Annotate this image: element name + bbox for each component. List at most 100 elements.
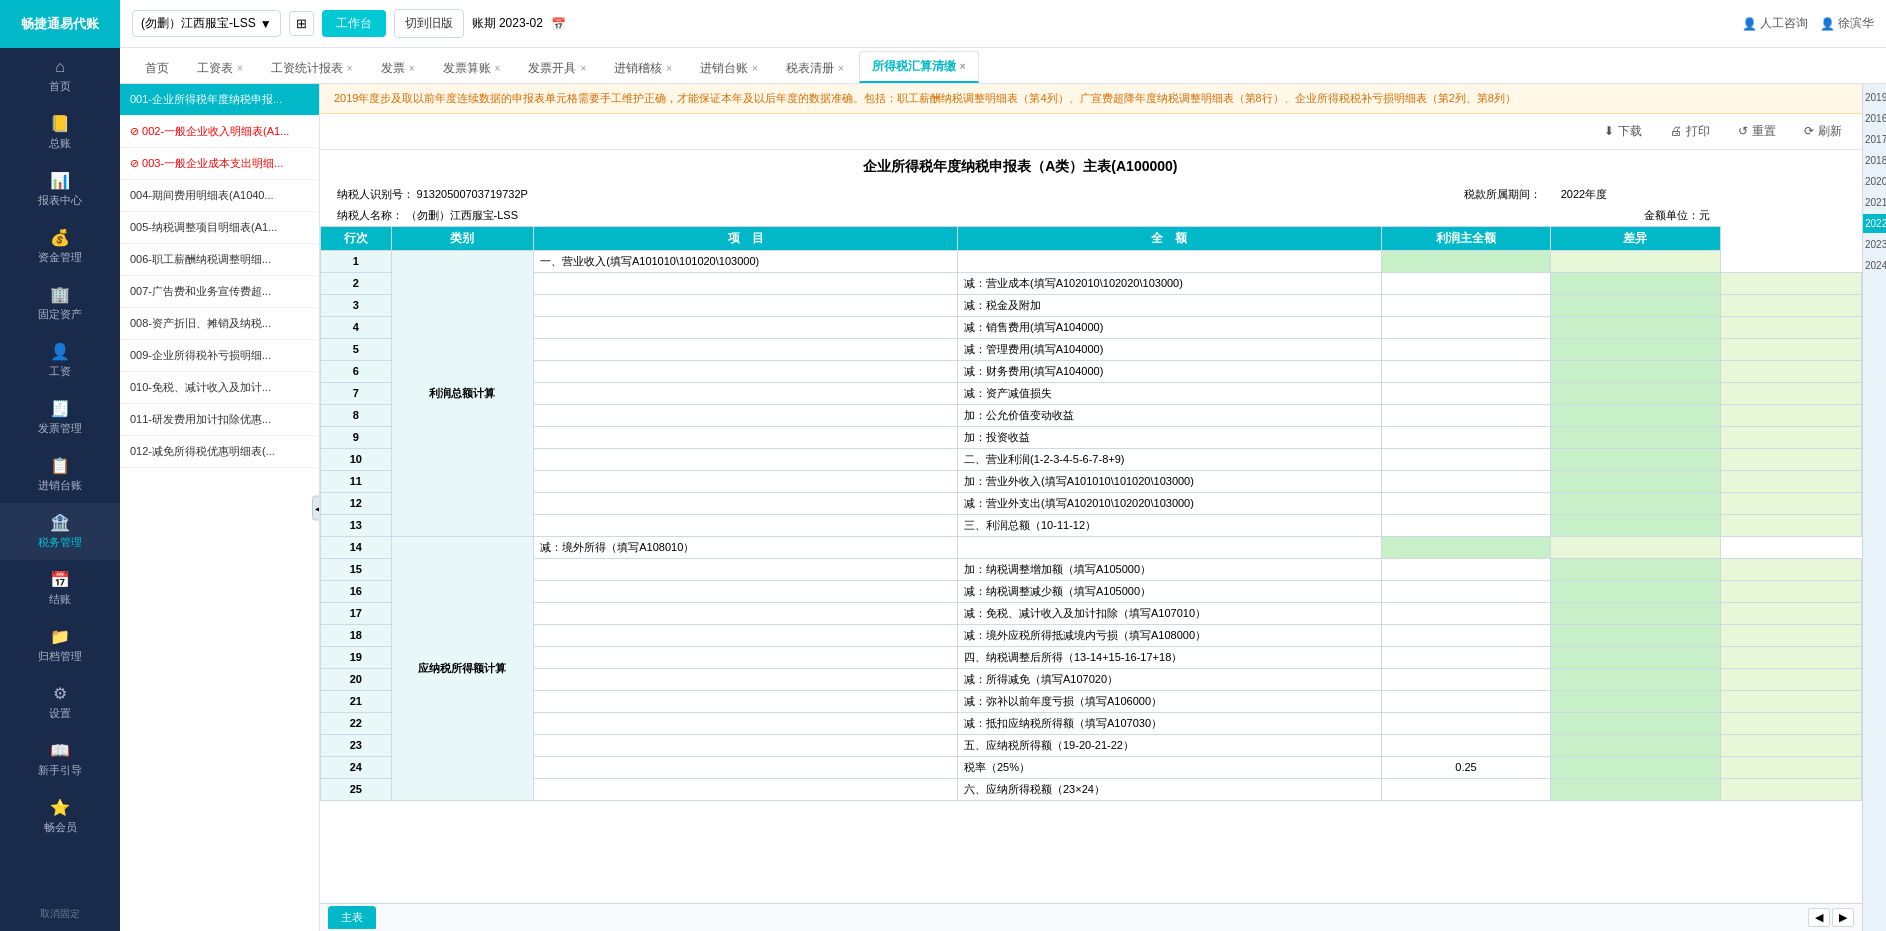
row-amount[interactable] bbox=[1381, 448, 1550, 470]
left-item-002[interactable]: ⊘ 002-一般企业收入明细表(A1... bbox=[120, 116, 319, 148]
row-diff[interactable] bbox=[1720, 316, 1861, 338]
row-profit[interactable] bbox=[1551, 294, 1720, 316]
left-item-009[interactable]: 009-企业所得税补亏损明细... bbox=[120, 340, 319, 372]
row-diff[interactable] bbox=[1720, 404, 1861, 426]
row-amount[interactable] bbox=[1381, 646, 1550, 668]
row-profit[interactable] bbox=[1381, 536, 1550, 558]
human-service-btn[interactable]: 👤 人工咨询 bbox=[1742, 15, 1808, 32]
row-diff[interactable] bbox=[1720, 712, 1861, 734]
row-amount[interactable] bbox=[1381, 668, 1550, 690]
tab-audit[interactable]: 进销稽核 × bbox=[601, 53, 685, 83]
row-profit[interactable] bbox=[1551, 426, 1720, 448]
row-profit[interactable] bbox=[1381, 250, 1550, 272]
nav-prev-btn[interactable]: ◀ bbox=[1808, 908, 1830, 927]
row-diff[interactable] bbox=[1720, 426, 1861, 448]
tab-payroll[interactable]: 工资表 × bbox=[184, 53, 256, 83]
row-diff[interactable] bbox=[1720, 492, 1861, 514]
tab-tax-list-close[interactable]: × bbox=[838, 63, 844, 74]
tab-invoice-close[interactable]: × bbox=[409, 63, 415, 74]
sidebar-item-assets[interactable]: 🏢 固定资产 bbox=[0, 275, 120, 332]
row-diff[interactable] bbox=[1720, 668, 1861, 690]
row-diff[interactable] bbox=[1720, 272, 1861, 294]
row-diff[interactable] bbox=[1551, 250, 1720, 272]
refresh-button[interactable]: ⟳ 刷新 bbox=[1796, 120, 1850, 143]
left-item-004[interactable]: 004-期间费用明细表(A1040... bbox=[120, 180, 319, 212]
row-amount[interactable] bbox=[1381, 624, 1550, 646]
year-2021[interactable]: 2021 bbox=[1863, 193, 1886, 212]
sidebar-item-settings[interactable]: ⚙ 设置 bbox=[0, 674, 120, 731]
left-item-003[interactable]: ⊘ 003-一般企业成本支出明细... bbox=[120, 148, 319, 180]
row-amount[interactable] bbox=[958, 250, 1382, 272]
row-profit[interactable] bbox=[1551, 470, 1720, 492]
row-diff[interactable] bbox=[1720, 580, 1861, 602]
year-2016[interactable]: 2016 bbox=[1863, 109, 1886, 128]
row-profit[interactable] bbox=[1551, 580, 1720, 602]
workspace-button[interactable]: 工作台 bbox=[322, 10, 386, 37]
year-2019[interactable]: 2019 bbox=[1863, 88, 1886, 107]
tab-audit-close[interactable]: × bbox=[666, 63, 672, 74]
row-profit[interactable] bbox=[1551, 272, 1720, 294]
panel-collapse-btn[interactable]: ◀ bbox=[312, 495, 320, 520]
tab-home[interactable]: 首页 bbox=[132, 53, 182, 83]
row-amount[interactable] bbox=[1381, 734, 1550, 756]
nav-next-btn[interactable]: ▶ bbox=[1832, 908, 1854, 927]
tab-invoice-issue-close[interactable]: × bbox=[580, 63, 586, 74]
sidebar-item-invoice[interactable]: 🧾 发票管理 bbox=[0, 389, 120, 446]
left-item-007[interactable]: 007-广告费和业务宣传费超... bbox=[120, 276, 319, 308]
row-amount[interactable] bbox=[1381, 360, 1550, 382]
sidebar-item-member[interactable]: ⭐ 畅会员 bbox=[0, 788, 120, 845]
row-amount[interactable] bbox=[1381, 778, 1550, 800]
row-diff[interactable] bbox=[1720, 338, 1861, 360]
row-amount[interactable] bbox=[1381, 294, 1550, 316]
row-amount[interactable] bbox=[1381, 514, 1550, 536]
row-amount[interactable] bbox=[1381, 470, 1550, 492]
row-profit[interactable] bbox=[1551, 668, 1720, 690]
tab-invoice-issue[interactable]: 发票开具 × bbox=[515, 53, 599, 83]
row-profit[interactable] bbox=[1551, 360, 1720, 382]
row-amount[interactable] bbox=[1381, 580, 1550, 602]
left-item-011[interactable]: 011-研发费用加计扣除优惠... bbox=[120, 404, 319, 436]
year-2018[interactable]: 2018 bbox=[1863, 151, 1886, 170]
sidebar-item-archive[interactable]: 📁 归档管理 bbox=[0, 617, 120, 674]
row-diff[interactable] bbox=[1720, 734, 1861, 756]
row-amount[interactable] bbox=[1381, 558, 1550, 580]
row-amount[interactable] bbox=[1381, 690, 1550, 712]
row-diff[interactable] bbox=[1720, 360, 1861, 382]
row-profit[interactable] bbox=[1551, 316, 1720, 338]
sidebar-item-guide[interactable]: 📖 新手引导 bbox=[0, 731, 120, 788]
tab-payroll-close[interactable]: × bbox=[237, 63, 243, 74]
copy-icon-btn[interactable]: ⊞ bbox=[289, 11, 314, 36]
row-profit[interactable] bbox=[1551, 778, 1720, 800]
row-amount[interactable] bbox=[958, 536, 1382, 558]
sidebar-unpin[interactable]: 取消固定 bbox=[0, 897, 120, 931]
row-profit[interactable] bbox=[1551, 624, 1720, 646]
row-profit[interactable] bbox=[1551, 448, 1720, 470]
row-diff[interactable] bbox=[1720, 646, 1861, 668]
row-diff[interactable] bbox=[1551, 536, 1720, 558]
year-2022[interactable]: 2022 bbox=[1863, 214, 1886, 233]
row-amount[interactable] bbox=[1381, 404, 1550, 426]
tab-invoice-calc[interactable]: 发票算账 × bbox=[430, 53, 514, 83]
left-item-001[interactable]: 001-企业所得税年度纳税申报... bbox=[120, 84, 319, 116]
row-profit[interactable] bbox=[1551, 690, 1720, 712]
year-2020[interactable]: 2020 bbox=[1863, 172, 1886, 191]
tab-invoice-calc-close[interactable]: × bbox=[495, 63, 501, 74]
tab-ps-ledger-close[interactable]: × bbox=[752, 63, 758, 74]
row-profit[interactable] bbox=[1551, 734, 1720, 756]
row-profit[interactable] bbox=[1551, 382, 1720, 404]
old-version-button[interactable]: 切到旧版 bbox=[394, 9, 464, 38]
left-item-005[interactable]: 005-纳税调整项目明细表(A1... bbox=[120, 212, 319, 244]
sidebar-item-home[interactable]: ⌂ 首页 bbox=[0, 48, 120, 104]
user-profile-btn[interactable]: 👤 徐滨华 bbox=[1820, 15, 1874, 32]
row-profit[interactable] bbox=[1551, 602, 1720, 624]
print-button[interactable]: 🖨 打印 bbox=[1662, 120, 1718, 143]
year-2017[interactable]: 2017 bbox=[1863, 130, 1886, 149]
tab-income-tax[interactable]: 所得税汇算清缴 × bbox=[859, 51, 979, 83]
sidebar-item-reports[interactable]: 📊 报表中心 bbox=[0, 161, 120, 218]
row-diff[interactable] bbox=[1720, 756, 1861, 778]
tab-payroll-stats[interactable]: 工资统计报表 × bbox=[258, 53, 366, 83]
sidebar-item-payroll[interactable]: 👤 工资 bbox=[0, 332, 120, 389]
left-item-006[interactable]: 006-职工薪酬纳税调整明细... bbox=[120, 244, 319, 276]
row-amount[interactable] bbox=[1381, 316, 1550, 338]
row-profit[interactable] bbox=[1551, 646, 1720, 668]
